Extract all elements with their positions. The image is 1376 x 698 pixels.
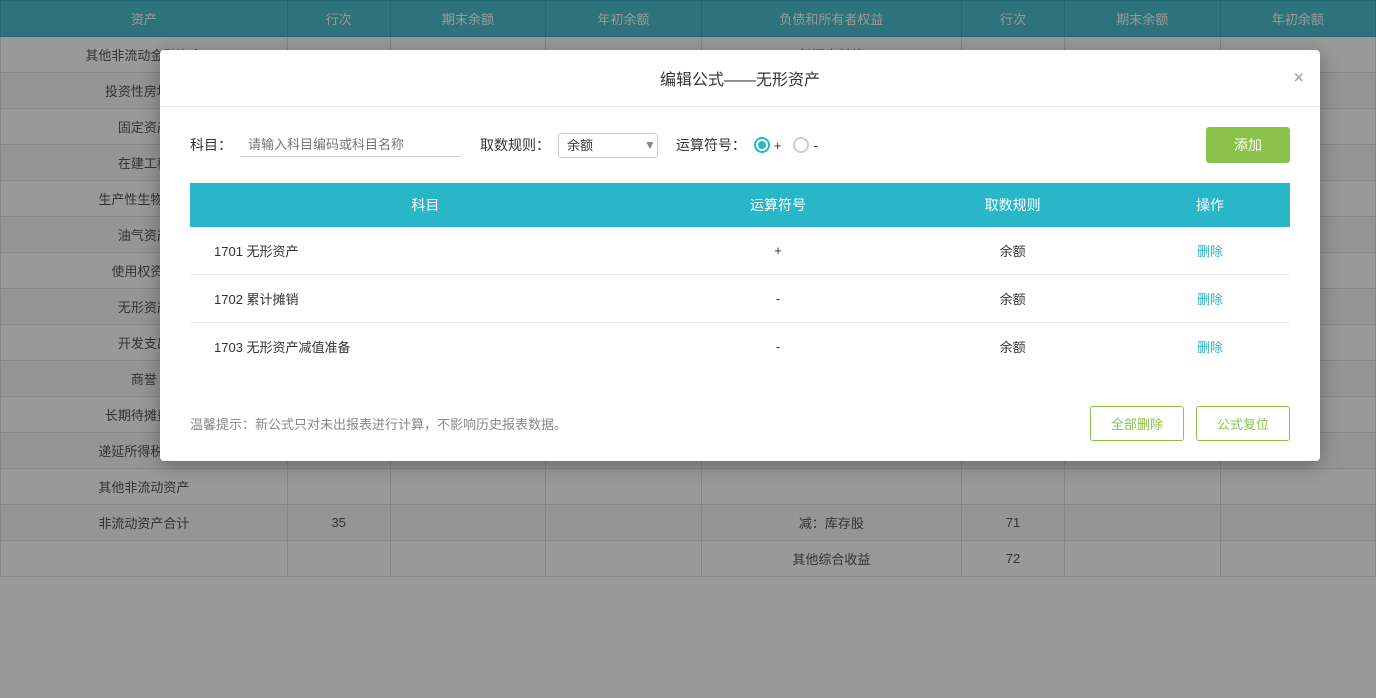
- subject-field: 科目：: [190, 133, 460, 157]
- cell-subject-2: 1703 无形资产减值准备: [190, 323, 661, 371]
- cell-rule-1: 余额: [895, 275, 1130, 323]
- radio-plus[interactable]: +: [754, 137, 782, 153]
- table-row: 1702 累计摊销-余额 删除: [190, 275, 1290, 323]
- table-col-取数规则: 取数规则: [895, 183, 1130, 227]
- radio-plus-label: +: [774, 138, 782, 153]
- formula-table-body: 1701 无形资产+余额删除1702 累计摊销-余额删除1703 无形资产减值准…: [190, 227, 1290, 370]
- operator-radio-group: + -: [754, 137, 818, 153]
- formula-table-header: 科目运算符号取数规则操作: [190, 183, 1290, 227]
- cell-subject-0: 1701 无形资产: [190, 227, 661, 275]
- cell-rule-0: 余额: [895, 227, 1130, 275]
- rule-label: 取数规则：: [480, 135, 550, 155]
- table-row: 1701 无形资产+余额 删除: [190, 227, 1290, 275]
- modal-close-button[interactable]: ×: [1293, 68, 1304, 89]
- radio-minus-label: -: [813, 138, 817, 153]
- rule-field: 取数规则： 余额借方发生额贷方发生额 ▼: [480, 133, 656, 158]
- modal: 编辑公式——无形资产 × 科目： 取数规则： 余额借方发生额贷方发生额 ▼ 运算…: [160, 50, 1320, 461]
- operator-label: 运算符号：: [676, 135, 746, 155]
- operator-field: 运算符号： + -: [676, 135, 818, 155]
- delete-row-button-2[interactable]: 删除: [1197, 340, 1223, 355]
- rule-select-wrap: 余额借方发生额贷方发生额 ▼: [558, 133, 656, 158]
- footer-buttons: 全部删除 公式复位: [1090, 406, 1290, 441]
- delete-row-button-0[interactable]: 删除: [1197, 244, 1223, 259]
- cell-rule-2: 余额: [895, 323, 1130, 371]
- table-header-row: 科目运算符号取数规则操作: [190, 183, 1290, 227]
- modal-body: 科目： 取数规则： 余额借方发生额贷方发生额 ▼ 运算符号： +: [160, 107, 1320, 390]
- table-col-科目: 科目: [190, 183, 661, 227]
- cell-action-0: 删除: [1130, 227, 1290, 275]
- cell-operator-2: -: [661, 323, 896, 371]
- modal-title: 编辑公式——无形资产: [660, 72, 820, 89]
- cell-subject-1: 1702 累计摊销: [190, 275, 661, 323]
- subject-input[interactable]: [240, 133, 460, 157]
- radio-minus-circle: [793, 137, 809, 153]
- footer-tip: 温馨提示：新公式只对未出报表进行计算，不影响历史报表数据。: [190, 414, 567, 433]
- cell-operator-1: -: [661, 275, 896, 323]
- reset-formula-button[interactable]: 公式复位: [1196, 406, 1290, 441]
- table-col-操作: 操作: [1130, 183, 1290, 227]
- modal-header: 编辑公式——无形资产 ×: [160, 50, 1320, 107]
- radio-plus-circle: [754, 137, 770, 153]
- form-row: 科目： 取数规则： 余额借方发生额贷方发生额 ▼ 运算符号： +: [190, 127, 1290, 163]
- cell-operator-0: +: [661, 227, 896, 275]
- add-button[interactable]: 添加: [1206, 127, 1290, 163]
- formula-table: 科目运算符号取数规则操作 1701 无形资产+余额删除1702 累计摊销-余额删…: [190, 183, 1290, 370]
- cell-action-1: 删除: [1130, 275, 1290, 323]
- table-row: 1703 无形资产减值准备-余额 删除: [190, 323, 1290, 371]
- rule-select[interactable]: 余额借方发生额贷方发生额: [558, 133, 658, 158]
- radio-minus[interactable]: -: [793, 137, 817, 153]
- delete-all-button[interactable]: 全部删除: [1090, 406, 1184, 441]
- modal-footer: 温馨提示：新公式只对未出报表进行计算，不影响历史报表数据。 全部删除 公式复位: [160, 390, 1320, 461]
- cell-action-2: 删除: [1130, 323, 1290, 371]
- table-col-运算符号: 运算符号: [661, 183, 896, 227]
- subject-label: 科目：: [190, 135, 232, 155]
- delete-row-button-1[interactable]: 删除: [1197, 292, 1223, 307]
